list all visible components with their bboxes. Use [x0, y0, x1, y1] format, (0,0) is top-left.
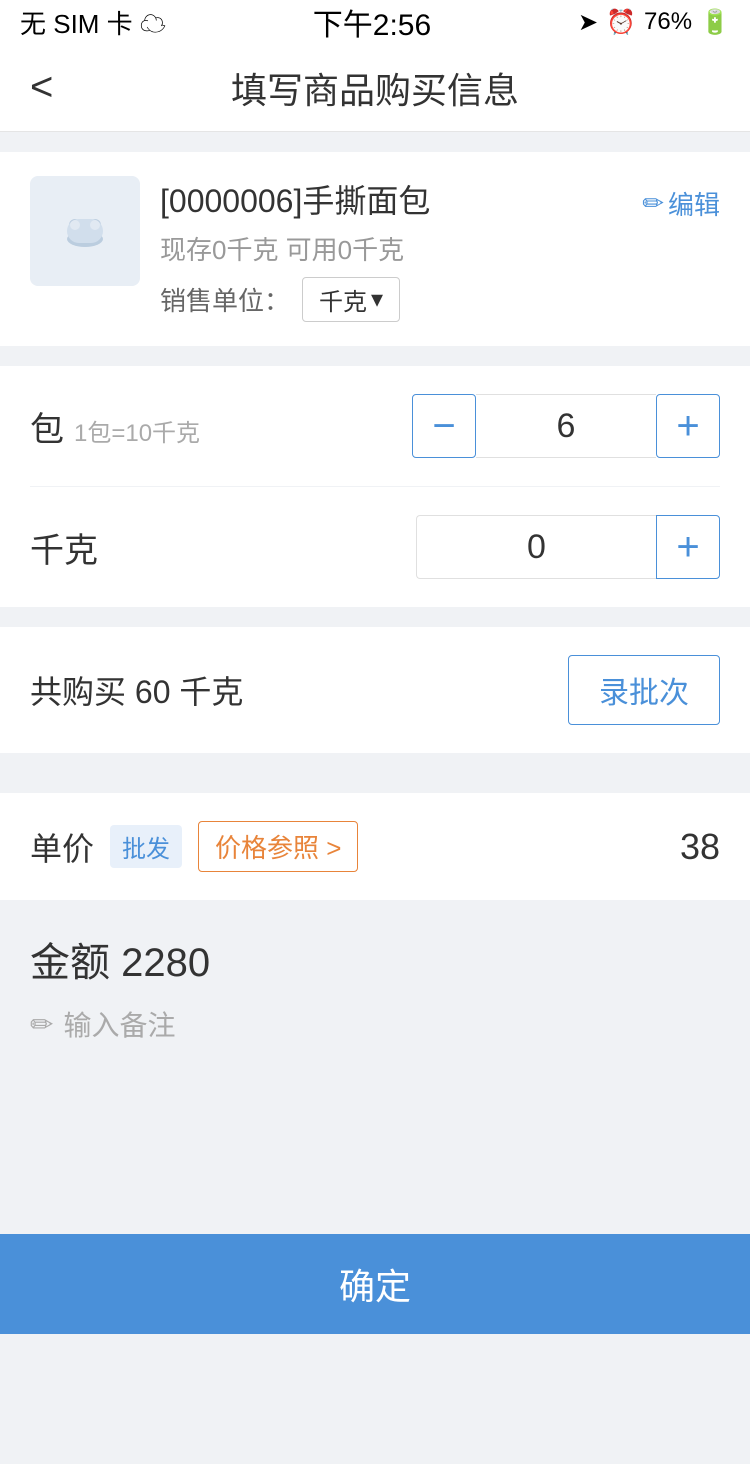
status-bar: 无 SIM 卡 ☁ 下午2:56 ➤ ⏰ 76% 🔋: [0, 0, 750, 44]
summary-section: 共购买 60 千克 录批次: [0, 627, 750, 753]
product-info: [0000006]手撕面包 ✏ 编辑 现存0千克 可用0千克 销售单位： 千克 …: [160, 176, 720, 322]
kg-row: 千克 +: [30, 487, 720, 607]
battery-icon: 🔋: [700, 8, 730, 37]
input-section: 包 1包=10千克 − + 千克 +: [0, 366, 750, 607]
price-row: 单价 批发 价格参照 > 38: [30, 821, 720, 872]
kg-increase-button[interactable]: +: [656, 515, 720, 579]
nav-bar: < 填写商品购买信息: [0, 44, 750, 132]
location-icon: ➤: [578, 8, 598, 37]
price-tag: 批发: [110, 825, 182, 868]
note-placeholder: 输入备注: [63, 1004, 175, 1044]
amount-row: 金额 2280: [30, 930, 720, 988]
pack-stepper: − +: [412, 394, 720, 458]
pack-input[interactable]: [476, 394, 656, 458]
page-title: 填写商品购买信息: [231, 62, 519, 114]
pack-label: 包: [30, 402, 64, 451]
pack-hint: 1包=10千克: [74, 413, 200, 448]
back-button[interactable]: <: [30, 65, 53, 110]
price-ref-button[interactable]: 价格参照 >: [198, 821, 358, 872]
amount-value: 2280: [121, 941, 210, 985]
kg-input[interactable]: [416, 515, 656, 579]
dropdown-icon: ▾: [371, 285, 383, 314]
product-stock: 现存0千克 可用0千克: [160, 230, 720, 267]
edit-icon: ✏: [642, 188, 664, 219]
battery-level: 76%: [644, 8, 692, 36]
product-image: [30, 176, 140, 286]
unit-select[interactable]: 千克 ▾: [302, 277, 400, 322]
product-unit-row: 销售单位： 千克 ▾: [160, 277, 720, 322]
status-right: ➤ ⏰ 76% 🔋: [578, 8, 730, 37]
edit-button[interactable]: ✏ 编辑: [642, 185, 720, 222]
pack-label-group: 包 1包=10千克: [30, 402, 200, 451]
summary-text: 共购买 60 千克: [30, 667, 243, 713]
edit-label: 编辑: [668, 185, 720, 222]
kg-label: 千克: [30, 523, 98, 572]
status-time: 下午2:56: [313, 0, 431, 44]
pack-row: 包 1包=10千克 − +: [30, 366, 720, 487]
alarm-icon: ⏰: [606, 8, 636, 37]
unit-value: 千克: [319, 282, 367, 317]
batch-button[interactable]: 录批次: [568, 655, 720, 725]
price-section: 单价 批发 价格参照 > 38: [0, 793, 750, 900]
section-divider-2: [0, 753, 750, 773]
amount-section: 金额 2280 ✏ 输入备注: [0, 900, 750, 1064]
product-name: [0000006]手撕面包: [160, 176, 430, 222]
pack-increase-button[interactable]: +: [656, 394, 720, 458]
amount-label: 金额: [30, 941, 121, 985]
unit-label: 销售单位：: [160, 281, 290, 318]
note-icon: ✏: [30, 1008, 53, 1041]
price-label: 单价: [30, 824, 94, 870]
section-divider-1: [0, 346, 750, 366]
pack-decrease-button[interactable]: −: [412, 394, 476, 458]
confirm-button[interactable]: 确定: [0, 1234, 750, 1334]
note-row[interactable]: ✏ 输入备注: [30, 1004, 720, 1044]
kg-stepper: +: [416, 515, 720, 579]
status-carrier: 无 SIM 卡 ☁: [20, 4, 166, 41]
price-value: 38: [680, 826, 720, 868]
product-card: [0000006]手撕面包 ✏ 编辑 现存0千克 可用0千克 销售单位： 千克 …: [0, 152, 750, 346]
